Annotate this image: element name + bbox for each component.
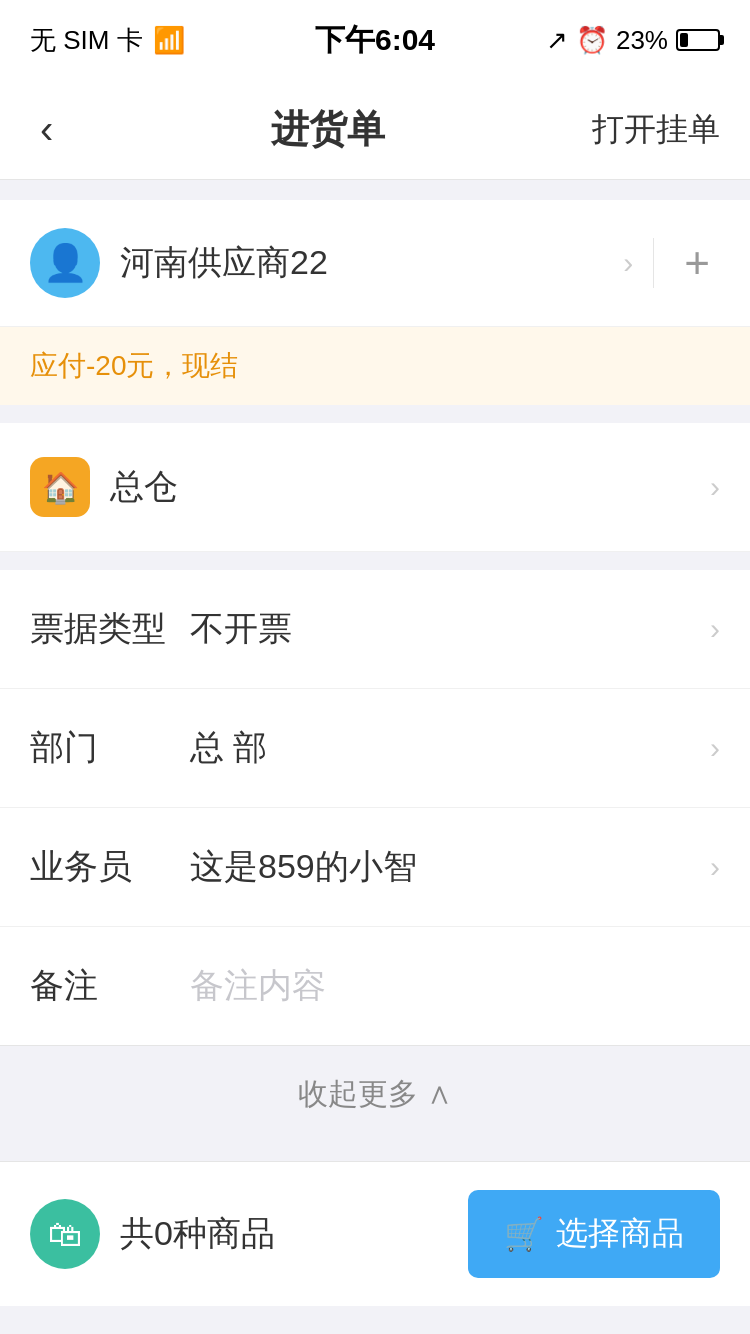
remark-input[interactable]: 备注内容	[190, 963, 720, 1009]
add-supplier-button[interactable]: +	[674, 238, 720, 288]
status-right: ↗ ⏰ 23%	[546, 25, 720, 56]
salesperson-label: 业务员	[30, 844, 180, 890]
collapse-button[interactable]: 收起更多 ∧	[0, 1045, 750, 1143]
supplier-actions: › +	[623, 238, 720, 288]
bottom-bar: 🛍 共0种商品 🛒 选择商品	[0, 1161, 750, 1306]
product-count-text: 共0种商品	[120, 1211, 448, 1257]
open-pending-button[interactable]: 打开挂单	[592, 108, 720, 152]
invoice-type-label: 票据类型	[30, 606, 180, 652]
back-button[interactable]: ‹	[30, 97, 63, 162]
invoice-type-chevron-icon: ›	[710, 612, 720, 646]
select-product-label: 选择商品	[556, 1212, 684, 1256]
cart-icon: 🛍	[48, 1215, 82, 1254]
page-title: 进货单	[271, 104, 385, 155]
warehouse-chevron-icon: ›	[710, 470, 720, 504]
nav-bar: ‹ 进货单 打开挂单	[0, 80, 750, 180]
location-icon: ↗	[546, 25, 568, 56]
warehouse-row[interactable]: 🏠 总仓 ›	[0, 423, 750, 552]
vertical-divider	[653, 238, 654, 288]
notice-text: 应付-20元，现结	[30, 350, 238, 381]
avatar: 👤	[30, 228, 100, 298]
notice-bar: 应付-20元，现结	[0, 327, 750, 405]
empty-content-area	[0, 1306, 750, 1334]
salesperson-value: 这是859的小智	[190, 844, 710, 890]
wifi-icon: 📶	[153, 25, 185, 56]
select-product-button[interactable]: 🛒 选择商品	[468, 1190, 720, 1278]
carrier-text: 无 SIM 卡	[30, 23, 143, 58]
department-label: 部门	[30, 725, 180, 771]
salesperson-row[interactable]: 业务员 这是859的小智 ›	[0, 808, 750, 927]
supplier-chevron-icon: ›	[623, 246, 633, 280]
invoice-type-value: 不开票	[190, 606, 710, 652]
department-row[interactable]: 部门 总 部 ›	[0, 689, 750, 808]
product-count-icon-wrap: 🛍	[30, 1199, 100, 1269]
section-divider-1	[0, 405, 750, 423]
supplier-name: 河南供应商22	[120, 240, 623, 286]
person-icon: 👤	[43, 242, 88, 284]
supplier-section: 👤 河南供应商22 › + 应付-20元，现结	[0, 200, 750, 405]
form-section: 票据类型 不开票 › 部门 总 部 › 业务员 这是859的小智 › 备注 备注…	[0, 570, 750, 1045]
status-bar: 无 SIM 卡 📶 下午6:04 ↗ ⏰ 23%	[0, 0, 750, 80]
warehouse-icon: 🏠	[42, 470, 79, 505]
salesperson-chevron-icon: ›	[710, 850, 720, 884]
battery-icon	[676, 29, 720, 51]
warehouse-name: 总仓	[110, 464, 710, 510]
remark-row[interactable]: 备注 备注内容	[0, 927, 750, 1045]
supplier-row[interactable]: 👤 河南供应商22 › +	[0, 200, 750, 327]
remark-label: 备注	[30, 963, 180, 1009]
invoice-type-row[interactable]: 票据类型 不开票 ›	[0, 570, 750, 689]
alarm-icon: ⏰	[576, 25, 608, 56]
department-chevron-icon: ›	[710, 731, 720, 765]
top-divider	[0, 180, 750, 200]
battery-percent: 23%	[616, 25, 668, 56]
department-value: 总 部	[190, 725, 710, 771]
select-product-icon: 🛒	[504, 1215, 544, 1253]
status-time: 下午6:04	[315, 20, 435, 61]
status-left: 无 SIM 卡 📶	[30, 23, 185, 58]
collapse-label: 收起更多 ∧	[298, 1077, 451, 1110]
section-divider-2	[0, 552, 750, 570]
warehouse-icon-wrap: 🏠	[30, 457, 90, 517]
